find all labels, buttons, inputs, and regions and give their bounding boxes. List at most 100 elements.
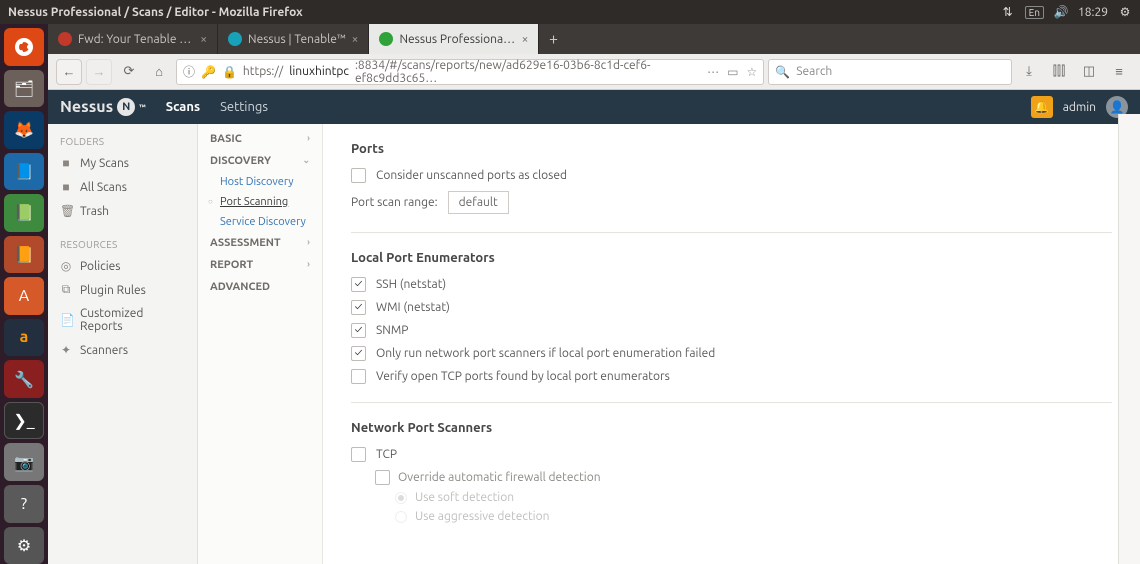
clock[interactable]: 18:29 <box>1078 6 1108 19</box>
sub-host-discovery[interactable]: Host Discovery <box>198 172 322 192</box>
radio-soft[interactable] <box>395 492 407 504</box>
left-item-plugin-rules[interactable]: ⧉Plugin Rules <box>48 278 197 302</box>
left-item-policies[interactable]: ◎Policies <box>48 254 197 278</box>
left-item-trash[interactable]: 🗑Trash <box>48 199 197 223</box>
settings-nav: BASIC› DISCOVERY⌄ Host Discovery Port Sc… <box>198 124 323 564</box>
cat-assessment[interactable]: ASSESSMENT› <box>198 232 322 254</box>
launcher-terminal-icon[interactable]: ❯_ <box>4 402 44 440</box>
launcher-dash-icon[interactable] <box>4 28 44 66</box>
checkbox-tcp[interactable] <box>351 447 366 462</box>
topbar: Nessus Professional / Scans / Editor - M… <box>0 0 1140 24</box>
launcher-writer-icon[interactable]: 📘 <box>4 153 44 191</box>
cat-discovery[interactable]: DISCOVERY⌄ <box>198 150 322 172</box>
checkbox-override[interactable] <box>375 470 390 485</box>
checkbox-verify[interactable] <box>351 369 366 384</box>
gear-icon[interactable]: ⚙ <box>1118 5 1132 19</box>
shield-icon: ⓘ <box>183 63 195 80</box>
system-tray: ⇅ En 🔊 18:29 ⚙ <box>1001 5 1132 19</box>
row-soft: Use soft detection <box>395 491 1112 504</box>
url-bar[interactable]: ⓘ 🔑 🔒 https://linuxhintpc:8834/#/scans/r… <box>176 59 764 85</box>
page: Nessus N ™ Scans Settings 🔔 admin 👤 <box>48 90 1140 564</box>
left-item-scanners[interactable]: ✦Scanners <box>48 338 197 362</box>
launcher-amazon-icon[interactable]: a <box>4 319 44 357</box>
checkbox-ssh[interactable] <box>351 277 366 292</box>
reload-button[interactable]: ⟳ <box>116 59 142 85</box>
menu-button[interactable]: ≡ <box>1106 59 1132 85</box>
cat-label: BASIC <box>210 133 242 145</box>
close-icon[interactable]: × <box>522 33 529 46</box>
checkbox-snmp[interactable] <box>351 323 366 338</box>
downloads-button[interactable]: ⤓ <box>1016 59 1042 85</box>
left-item-label: All Scans <box>80 181 127 194</box>
star-icon[interactable]: ☆ <box>747 65 758 79</box>
label-wmi: WMI (netstat) <box>376 301 450 314</box>
label-unscanned: Consider unscanned ports as closed <box>376 169 567 182</box>
trademark-icon: ™ <box>139 103 146 112</box>
launcher-screenshot-icon[interactable]: 📷 <box>4 443 44 481</box>
nessus-body: Folders ■My Scans ■All Scans 🗑Trash Reso… <box>48 124 1140 564</box>
tab-label: Nessus Professional / S… <box>399 33 515 46</box>
launcher-calc-icon[interactable]: 📗 <box>4 194 44 232</box>
launcher-help-icon[interactable]: ? <box>4 485 44 523</box>
left-item-reports[interactable]: 📄Customized Reports <box>48 302 197 338</box>
cat-advanced[interactable]: ADVANCED <box>198 276 322 298</box>
brand-label: Nessus <box>60 98 113 116</box>
home-button[interactable]: ⌂ <box>146 59 172 85</box>
launcher-impress-icon[interactable]: 📙 <box>4 236 44 274</box>
left-item-label: Scanners <box>80 344 128 357</box>
row-onlyrun: Only run network port scanners if local … <box>351 346 1112 361</box>
close-icon[interactable]: × <box>200 33 207 46</box>
radio-aggr[interactable] <box>395 511 407 523</box>
cat-label: DISCOVERY <box>210 155 271 167</box>
notifications-button[interactable]: 🔔 <box>1031 96 1053 118</box>
nav-settings[interactable]: Settings <box>220 100 268 114</box>
close-icon[interactable]: × <box>352 33 359 46</box>
new-tab-button[interactable]: + <box>539 24 567 54</box>
library-button[interactable]: ⫿⫿⫿ <box>1046 59 1072 85</box>
launcher-files-icon[interactable]: 🗂 <box>4 70 44 108</box>
launcher-firefox-icon[interactable]: 🦊 <box>4 111 44 149</box>
row-range: Port scan range: default <box>351 191 1112 214</box>
nav-scans[interactable]: Scans <box>166 100 200 114</box>
checkbox-onlyrun[interactable] <box>351 346 366 361</box>
cat-basic[interactable]: BASIC› <box>198 128 322 150</box>
more-icon[interactable]: ⋯ <box>707 65 719 79</box>
label-range: Port scan range: <box>351 196 438 209</box>
network-icon[interactable]: ⇅ <box>1001 5 1015 19</box>
window-title: Nessus Professional / Scans / Editor - M… <box>8 6 1001 19</box>
cat-label: REPORT <box>210 259 253 271</box>
lock-icon: 🔒 <box>222 65 237 79</box>
plugin-icon: ⧉ <box>60 283 72 297</box>
launcher-settings-icon[interactable]: 🔧 <box>4 360 44 398</box>
tab-1[interactable]: Nessus | Tenable™ × <box>218 24 369 54</box>
search-bar[interactable]: 🔍 Search <box>768 59 1012 85</box>
label-snmp: SNMP <box>376 324 408 337</box>
back-button[interactable]: ← <box>56 59 82 85</box>
row-aggr: Use aggressive detection <box>395 510 1112 523</box>
forward-button[interactable]: → <box>86 59 112 85</box>
launcher-software-icon[interactable]: A <box>4 277 44 315</box>
tab-2[interactable]: Nessus Professional / S… × <box>369 24 539 54</box>
checkbox-unscanned[interactable] <box>351 168 366 183</box>
launcher-gear-icon[interactable]: ⚙ <box>4 527 44 564</box>
favicon-icon <box>379 32 393 46</box>
user-name[interactable]: admin <box>1063 101 1096 114</box>
sub-service-discovery[interactable]: Service Discovery <box>198 212 322 232</box>
tab-0[interactable]: Fwd: Your Tenable Ness… × <box>48 24 218 54</box>
input-port-range[interactable]: default <box>448 191 509 214</box>
brand[interactable]: Nessus N ™ <box>60 98 146 116</box>
keyboard-indicator[interactable]: En <box>1025 6 1044 19</box>
section-resources: Resources <box>48 233 197 254</box>
left-item-all-scans[interactable]: ■All Scans <box>48 175 197 199</box>
favicon-icon <box>228 32 242 46</box>
sidebar-button[interactable]: ◫ <box>1076 59 1102 85</box>
tab-label: Nessus | Tenable™ <box>248 33 346 46</box>
cat-report[interactable]: REPORT› <box>198 254 322 276</box>
reader-icon[interactable]: ▭ <box>727 65 738 79</box>
label-ssh: SSH (netstat) <box>376 278 446 291</box>
sub-port-scanning[interactable]: Port Scanning <box>198 192 322 212</box>
launcher: 🗂 🦊 📘 📗 📙 A a 🔧 ❯_ 📷 ? ⚙ <box>0 24 48 564</box>
left-item-my-scans[interactable]: ■My Scans <box>48 151 197 175</box>
checkbox-wmi[interactable] <box>351 300 366 315</box>
sound-icon[interactable]: 🔊 <box>1054 5 1068 19</box>
